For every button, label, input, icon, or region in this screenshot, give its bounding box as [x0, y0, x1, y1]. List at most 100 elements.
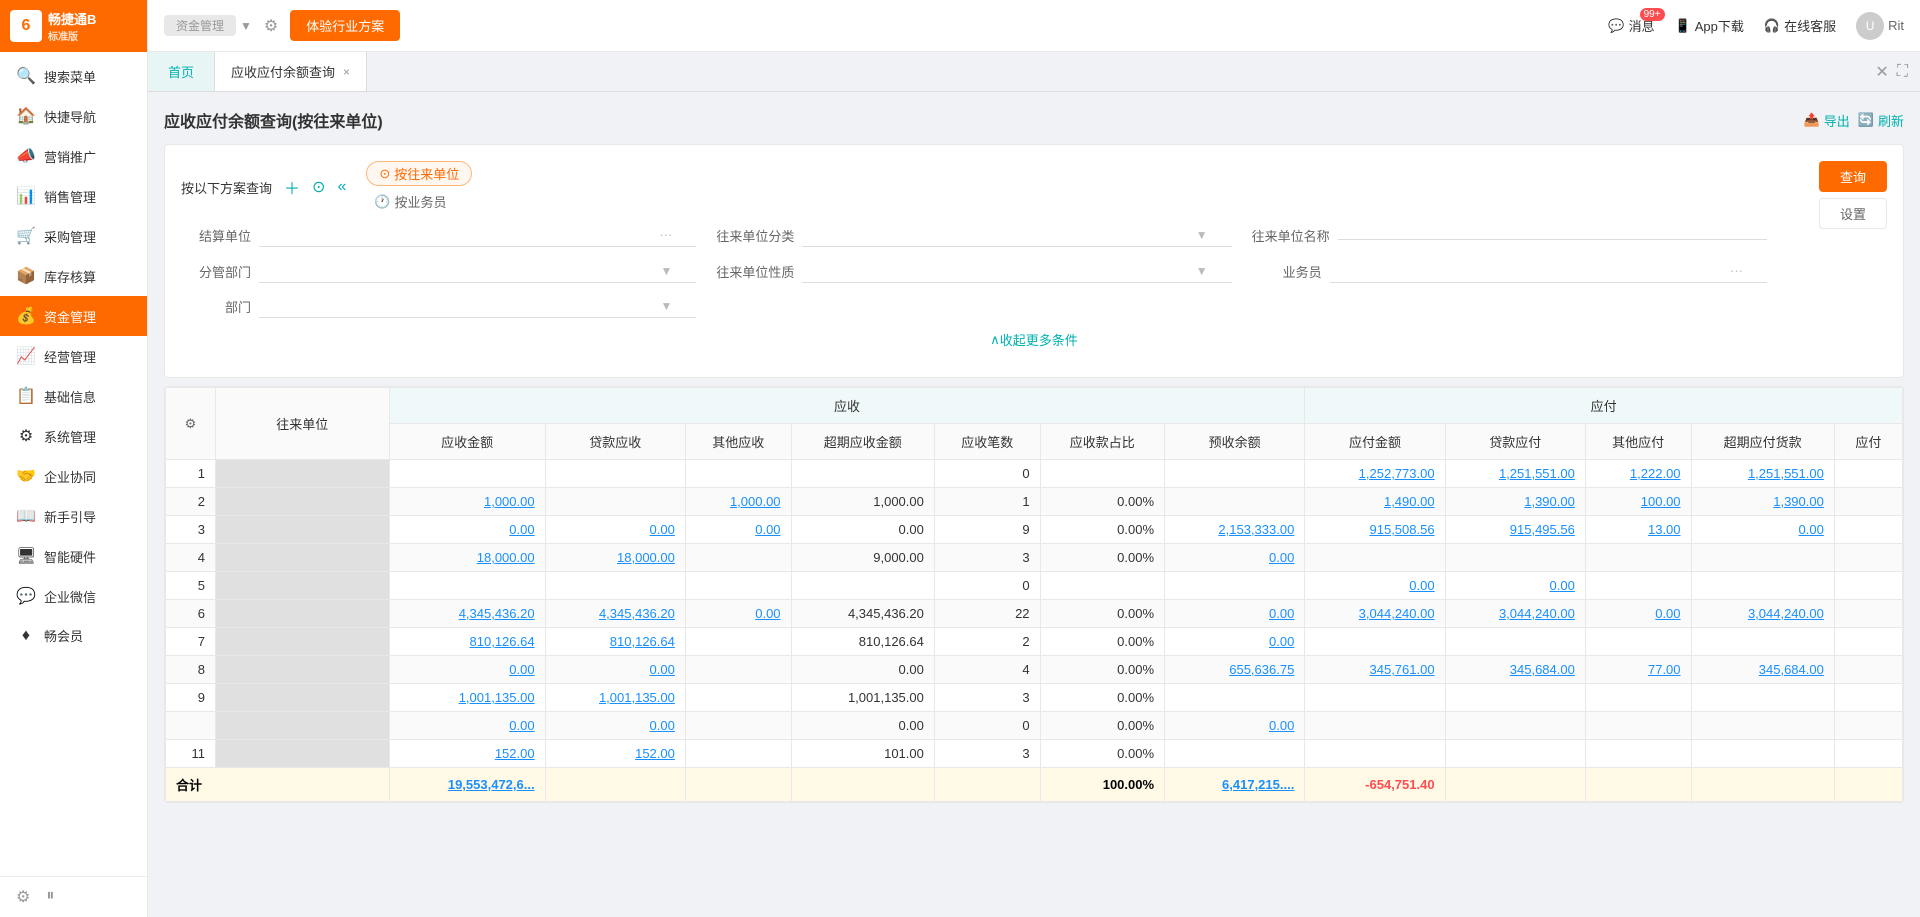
add-scheme-icon[interactable]: ＋ — [284, 175, 300, 199]
table-cell[interactable]: 810,126.64 — [545, 628, 685, 656]
table-cell[interactable]: 1,390.00 — [1691, 488, 1834, 516]
table-cell[interactable]: 0.00 — [545, 656, 685, 684]
query-button[interactable]: 查询 — [1819, 161, 1887, 192]
sidebar-item-marketing[interactable]: 📣 营销推广 — [0, 136, 147, 176]
scheme-btn-salesperson[interactable]: 🕐 按业务员 — [366, 190, 472, 213]
table-cell[interactable]: 915,495.56 — [1445, 516, 1585, 544]
table-cell[interactable]: 0.00 — [1165, 544, 1305, 572]
table-cell[interactable]: 1,001,135.00 — [389, 684, 545, 712]
table-cell[interactable]: 0.00 — [1585, 600, 1691, 628]
table-cell[interactable]: 0.00 — [1445, 572, 1585, 600]
collapse-more-button[interactable]: ∧ 收起更多条件 — [181, 326, 1887, 353]
table-cell[interactable]: 0.00 — [1165, 600, 1305, 628]
topbar-dropdown[interactable]: ▼ — [240, 19, 252, 33]
export-button[interactable]: 📤 导出 — [1804, 111, 1850, 130]
sidebar-item-member[interactable]: ♦ 畅会员 — [0, 616, 147, 655]
col-settings[interactable]: ⚙ — [166, 388, 216, 460]
message-group[interactable]: 💬 消息 99+ — [1608, 16, 1654, 35]
table-cell[interactable]: 1,000.00 — [685, 488, 791, 516]
table-cell[interactable]: 0.00 — [389, 516, 545, 544]
table-cell[interactable]: 0.00 — [1305, 572, 1445, 600]
table-cell[interactable]: 4,345,436.20 — [545, 600, 685, 628]
sidebar-item-purchase[interactable]: 🛒 采购管理 — [0, 216, 147, 256]
table-cell[interactable]: 345,761.00 — [1305, 656, 1445, 684]
table-cell[interactable]: 1,390.00 — [1445, 488, 1585, 516]
department-select[interactable]: ▼ — [259, 295, 696, 318]
table-cell[interactable]: 0.00 — [685, 516, 791, 544]
table-cell[interactable]: 13.00 — [1585, 516, 1691, 544]
sidebar-item-finance[interactable]: 💰 资金管理 — [0, 296, 147, 336]
table-cell[interactable]: 152.00 — [389, 740, 545, 768]
table-cell[interactable]: 655,636.75 — [1165, 656, 1305, 684]
partner-name-input[interactable] — [1338, 231, 1767, 240]
setting-button[interactable]: 设置 — [1819, 198, 1887, 229]
sidebar-footer: ⚙ ⏸ — [0, 876, 147, 917]
partner-nature-select[interactable]: ▼ — [802, 260, 1231, 283]
table-cell[interactable]: 1,251,551.00 — [1691, 460, 1834, 488]
table-cell[interactable]: 0.00 — [545, 712, 685, 740]
table-cell[interactable]: 0.00 — [685, 600, 791, 628]
table-settings-icon[interactable]: ⚙ — [185, 416, 197, 431]
table-cell[interactable]: 77.00 — [1585, 656, 1691, 684]
table-cell[interactable]: 100.00 — [1585, 488, 1691, 516]
sidebar-item-guide[interactable]: 📖 新手引导 — [0, 496, 147, 536]
table-cell[interactable]: 3,044,240.00 — [1691, 600, 1834, 628]
tab-close-icon[interactable]: × — [343, 65, 350, 79]
tab-active[interactable]: 应收应付余额查询 × — [215, 52, 367, 91]
sidebar-item-inventory[interactable]: 📦 库存核算 — [0, 256, 147, 296]
tabbar-close-icon[interactable]: ✕ — [1875, 62, 1888, 82]
table-cell[interactable]: 3,044,240.00 — [1445, 600, 1585, 628]
collapse-scheme-icon[interactable]: « — [337, 178, 346, 196]
table-cell[interactable]: 0.00 — [1165, 712, 1305, 740]
edit-scheme-icon[interactable]: ⊙ — [312, 177, 325, 197]
sidebar-item-quicknav[interactable]: 🏠 快捷导航 — [0, 96, 147, 136]
service-group[interactable]: 🎧 在线客服 — [1764, 16, 1836, 35]
table-cell[interactable]: 0.00 — [389, 712, 545, 740]
table-cell[interactable]: 2,153,333.00 — [1165, 516, 1305, 544]
tabbar-expand-icon[interactable]: ⛶ — [1897, 63, 1908, 81]
sidebar-item-operations[interactable]: 📈 经营管理 — [0, 336, 147, 376]
settlement-unit-input[interactable]: ··· — [259, 223, 696, 247]
pause-icon[interactable]: ⏸ — [46, 887, 54, 907]
topbar-gear[interactable]: ⚙ — [264, 16, 278, 36]
table-cell[interactable]: 18,000.00 — [545, 544, 685, 572]
sidebar-item-search[interactable]: 🔍 搜索菜单 — [0, 56, 147, 96]
refresh-button[interactable]: 🔄 刷新 — [1858, 111, 1904, 130]
table-cell[interactable]: 0.00 — [1691, 516, 1834, 544]
sidebar-item-wechat[interactable]: 💬 企业微信 — [0, 576, 147, 616]
table-cell[interactable]: 0.00 — [545, 516, 685, 544]
table-cell[interactable]: 0.00 — [389, 656, 545, 684]
sidebar-item-basicinfo[interactable]: 📋 基础信息 — [0, 376, 147, 416]
footer-advance-bal[interactable]: 6,417,215.... — [1165, 768, 1305, 802]
sidebar-item-system[interactable]: ⚙ 系统管理 — [0, 416, 147, 456]
table-cell[interactable]: 0.00 — [1165, 628, 1305, 656]
salesperson-input[interactable]: ··· — [1330, 259, 1767, 283]
settings-icon[interactable]: ⚙ — [16, 887, 30, 907]
table-cell[interactable]: 1,000.00 — [389, 488, 545, 516]
division-dept-select[interactable]: ▼ — [259, 260, 696, 283]
table-cell[interactable]: 1,490.00 — [1305, 488, 1445, 516]
app-download-group[interactable]: 📱 App下载 — [1675, 16, 1744, 35]
table-cell[interactable]: 345,684.00 — [1691, 656, 1834, 684]
table-cell[interactable]: 1,222.00 — [1585, 460, 1691, 488]
partner-category-select[interactable]: ▼ — [802, 224, 1231, 247]
table-cell[interactable]: 152.00 — [545, 740, 685, 768]
user-group[interactable]: U Rit — [1856, 12, 1904, 40]
table-cell[interactable]: 18,000.00 — [389, 544, 545, 572]
sidebar-item-collab[interactable]: 🤝 企业协同 — [0, 456, 147, 496]
sidebar-item-hardware[interactable]: 🖥 智能硬件 — [0, 536, 147, 576]
table-cell[interactable]: 4,345,436.20 — [389, 600, 545, 628]
tab-home[interactable]: 首页 — [148, 52, 215, 91]
table-cell[interactable]: 3,044,240.00 — [1305, 600, 1445, 628]
sidebar-item-label: 新手引导 — [44, 507, 96, 526]
scheme-btn-partner[interactable]: ⊙ 按往来单位 — [366, 161, 472, 186]
sidebar-item-sales[interactable]: 📊 销售管理 — [0, 176, 147, 216]
table-cell[interactable]: 1,252,773.00 — [1305, 460, 1445, 488]
table-cell[interactable]: 915,508.56 — [1305, 516, 1445, 544]
solution-button[interactable]: 体验行业方案 — [290, 10, 400, 41]
table-cell[interactable]: 1,001,135.00 — [545, 684, 685, 712]
table-cell[interactable]: 1,251,551.00 — [1445, 460, 1585, 488]
table-cell[interactable]: 345,684.00 — [1445, 656, 1585, 684]
footer-rec-amount[interactable]: 19,553,472,6... — [389, 768, 545, 802]
table-cell[interactable]: 810,126.64 — [389, 628, 545, 656]
